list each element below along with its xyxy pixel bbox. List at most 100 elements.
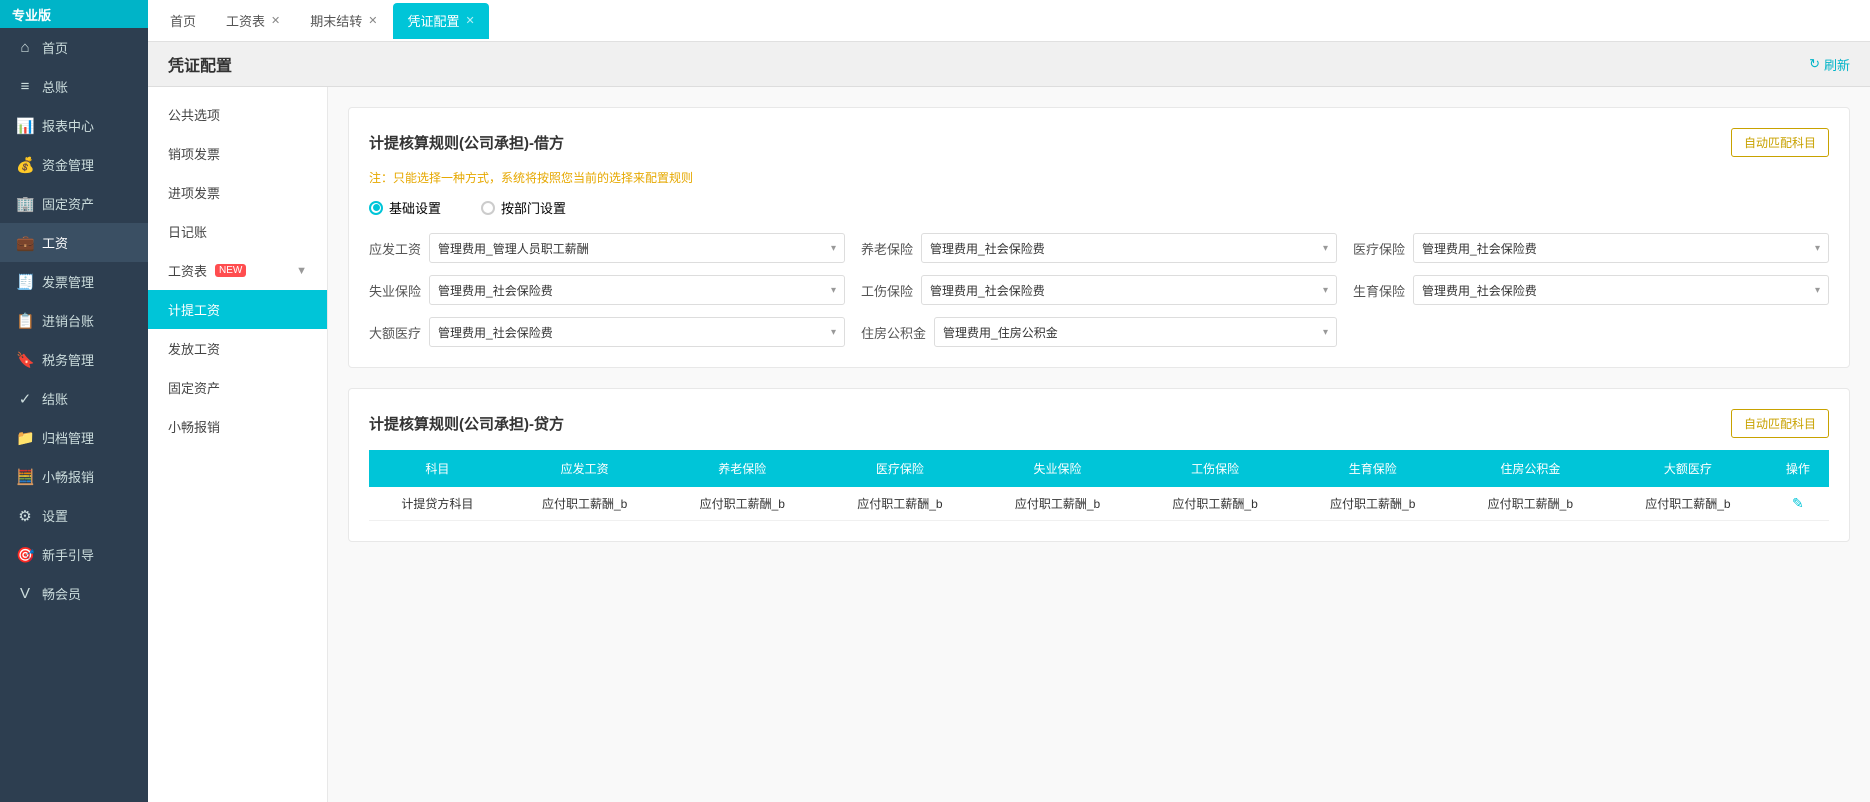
left-nav-issue-salary[interactable]: 发放工资 bbox=[148, 329, 327, 368]
cell-dae: 应付职工薪酬_b bbox=[1609, 487, 1767, 521]
col-subject: 科目 bbox=[369, 450, 506, 487]
form-label-yingfa: 应发工资 bbox=[369, 239, 421, 258]
form-label-dae: 大额医疗 bbox=[369, 323, 421, 342]
tab-home[interactable]: 首页 bbox=[156, 3, 210, 39]
new-badge: NEW bbox=[215, 264, 246, 277]
form-item-yanglao: 养老保险 管理费用_社会保险费 ▾ bbox=[861, 233, 1337, 263]
tab-voucher-config[interactable]: 凭证配置 ✕ bbox=[393, 3, 488, 39]
cell-action[interactable]: ✎ bbox=[1767, 487, 1829, 521]
sidebar: 专业版 ⌂ 首页 ≡ 总账 📊 报表中心 💰 资金管理 🏢 固定资产 💼 工资 … bbox=[0, 0, 148, 802]
left-nav-credit-invoice[interactable]: 销项发票 bbox=[148, 134, 327, 173]
radio-by-dept-circle bbox=[481, 201, 495, 215]
sidebar-item-settings[interactable]: ⚙ 设置 bbox=[0, 496, 148, 535]
chevron-icon: ▾ bbox=[1323, 285, 1328, 296]
cell-gongshang: 应付职工薪酬_b bbox=[1136, 487, 1294, 521]
invoice-icon: 🧾 bbox=[16, 273, 34, 291]
sidebar-item-label: 报表中心 bbox=[42, 116, 94, 135]
sidebar-item-label: 设置 bbox=[42, 506, 68, 525]
form-label-yiliao: 医疗保险 bbox=[1353, 239, 1405, 258]
refresh-button[interactable]: ↻ 刷新 bbox=[1809, 55, 1850, 74]
debit-section-title: 计提核算规则(公司承担)-借方 bbox=[369, 132, 564, 153]
tab-period-end-label: 期末结转 bbox=[310, 11, 362, 30]
radio-basic-circle bbox=[369, 201, 383, 215]
sidebar-item-general-ledger[interactable]: ≡ 总账 bbox=[0, 67, 148, 106]
form-item-yingfa-gongzi: 应发工资 管理费用_管理人员职工薪酬 ▾ bbox=[369, 233, 845, 263]
tab-voucher-config-label: 凭证配置 bbox=[407, 11, 459, 30]
table-header-row: 科目 应发工资 养老保险 医疗保险 失业保险 工伤保险 生育保险 住房公积金 大… bbox=[369, 450, 1829, 487]
sidebar-item-tax-management[interactable]: 🔖 税务管理 bbox=[0, 340, 148, 379]
debit-section-header: 计提核算规则(公司承担)-借方 自动匹配科目 bbox=[369, 128, 1829, 157]
report-icon: 📊 bbox=[16, 117, 34, 135]
sidebar-item-fixed-assets[interactable]: 🏢 固定资产 bbox=[0, 184, 148, 223]
sidebar-item-label: 资金管理 bbox=[42, 155, 94, 174]
radio-basic[interactable]: 基础设置 bbox=[369, 198, 441, 217]
salary-icon: 💼 bbox=[16, 234, 34, 252]
left-nav-debit-invoice[interactable]: 进项发票 bbox=[148, 173, 327, 212]
ledger-icon: ≡ bbox=[16, 78, 34, 95]
sidebar-item-invoice-management[interactable]: 🧾 发票管理 bbox=[0, 262, 148, 301]
radio-basic-label: 基础设置 bbox=[389, 198, 441, 217]
cell-shiye: 应付职工薪酬_b bbox=[979, 487, 1137, 521]
cell-zhufang: 应付职工薪酬_b bbox=[1452, 487, 1610, 521]
sidebar-item-purchase-sales[interactable]: 📋 进销台账 bbox=[0, 301, 148, 340]
sidebar-item-report-center[interactable]: 📊 报表中心 bbox=[0, 106, 148, 145]
purchase-icon: 📋 bbox=[16, 312, 34, 330]
form-select-shengyu[interactable]: 管理费用_社会保险费 ▾ bbox=[1413, 275, 1829, 305]
radio-by-dept[interactable]: 按部门设置 bbox=[481, 198, 566, 217]
debit-note: 注：只能选择一种方式，系统将按照您当前的选择来配置规则 bbox=[369, 169, 1829, 186]
app-name: 专业版 bbox=[0, 0, 148, 28]
form-select-yingfa[interactable]: 管理费用_管理人员职工薪酬 ▾ bbox=[429, 233, 845, 263]
left-nav-journal[interactable]: 日记账 bbox=[148, 212, 327, 251]
tab-salary-table-close[interactable]: ✕ bbox=[271, 14, 280, 27]
form-item-yiliao: 医疗保险 管理费用_社会保险费 ▾ bbox=[1353, 233, 1829, 263]
form-select-yiliao[interactable]: 管理费用_社会保险费 ▾ bbox=[1413, 233, 1829, 263]
form-select-zhufang[interactable]: 管理费用_住房公积金 ▾ bbox=[934, 317, 1337, 347]
refresh-label: 刷新 bbox=[1824, 55, 1850, 74]
col-shengyu: 生育保险 bbox=[1294, 450, 1452, 487]
form-select-yanglao[interactable]: 管理费用_社会保险费 ▾ bbox=[921, 233, 1337, 263]
form-label-gongshang: 工伤保险 bbox=[861, 281, 913, 300]
tax-icon: 🔖 bbox=[16, 351, 34, 369]
sidebar-item-fund-management[interactable]: 💰 资金管理 bbox=[0, 145, 148, 184]
edit-icon[interactable]: ✎ bbox=[1792, 495, 1804, 511]
sidebar-item-label: 工资 bbox=[42, 233, 68, 252]
sidebar-item-home[interactable]: ⌂ 首页 bbox=[0, 28, 148, 67]
cell-yanglao: 应付职工薪酬_b bbox=[663, 487, 821, 521]
page-title: 凭证配置 bbox=[168, 52, 232, 76]
form-select-dae[interactable]: 管理费用_社会保险费 ▾ bbox=[429, 317, 845, 347]
sidebar-item-label: 归档管理 bbox=[42, 428, 94, 447]
guide-icon: 🎯 bbox=[16, 546, 34, 564]
sidebar-item-archive[interactable]: 📁 归档管理 bbox=[0, 418, 148, 457]
tab-salary-table[interactable]: 工资表 ✕ bbox=[212, 3, 294, 39]
debit-auto-match-button[interactable]: 自动匹配科目 bbox=[1731, 128, 1829, 157]
refresh-icon: ↻ bbox=[1809, 56, 1820, 72]
col-yingfa: 应发工资 bbox=[506, 450, 664, 487]
closing-icon: ✓ bbox=[16, 390, 34, 408]
tab-period-end-close[interactable]: ✕ bbox=[368, 14, 377, 27]
sidebar-item-member[interactable]: V 畅会员 bbox=[0, 574, 148, 613]
left-nav-expense-report2[interactable]: 小畅报销 bbox=[148, 407, 327, 446]
tab-period-end[interactable]: 期末结转 ✕ bbox=[296, 3, 391, 39]
sidebar-item-label: 畅会员 bbox=[42, 584, 81, 603]
tab-home-label: 首页 bbox=[170, 11, 196, 30]
left-nav-public-options[interactable]: 公共选项 bbox=[148, 95, 327, 134]
main-area: 首页 工资表 ✕ 期末结转 ✕ 凭证配置 ✕ 凭证配置 ↻ 刷新 公共选项 bbox=[148, 0, 1870, 802]
left-nav-calc-salary[interactable]: 计提工资 bbox=[148, 290, 327, 329]
sidebar-item-label: 小畅报销 bbox=[42, 467, 94, 486]
radio-by-dept-label: 按部门设置 bbox=[501, 198, 566, 217]
left-nav-salary-table[interactable]: 工资表 NEW ▼ bbox=[148, 251, 327, 290]
left-nav-fixed-assets[interactable]: 固定资产 bbox=[148, 368, 327, 407]
sidebar-item-salary[interactable]: 💼 工资 bbox=[0, 223, 148, 262]
sidebar-item-closing[interactable]: ✓ 结账 bbox=[0, 379, 148, 418]
form-select-gongshang[interactable]: 管理费用_社会保险费 ▾ bbox=[921, 275, 1337, 305]
sidebar-item-expense-report[interactable]: 🧮 小畅报销 bbox=[0, 457, 148, 496]
tab-voucher-config-close[interactable]: ✕ bbox=[466, 14, 475, 27]
page-header: 凭证配置 ↻ 刷新 bbox=[148, 42, 1870, 87]
expense-icon: 🧮 bbox=[16, 468, 34, 486]
form-select-shiye[interactable]: 管理费用_社会保险费 ▾ bbox=[429, 275, 845, 305]
sidebar-item-guide[interactable]: 🎯 新手引导 bbox=[0, 535, 148, 574]
debit-section: 计提核算规则(公司承担)-借方 自动匹配科目 注：只能选择一种方式，系统将按照您… bbox=[348, 107, 1850, 368]
chevron-icon: ▾ bbox=[831, 243, 836, 254]
credit-auto-match-button[interactable]: 自动匹配科目 bbox=[1731, 409, 1829, 438]
assets-icon: 🏢 bbox=[16, 195, 34, 213]
